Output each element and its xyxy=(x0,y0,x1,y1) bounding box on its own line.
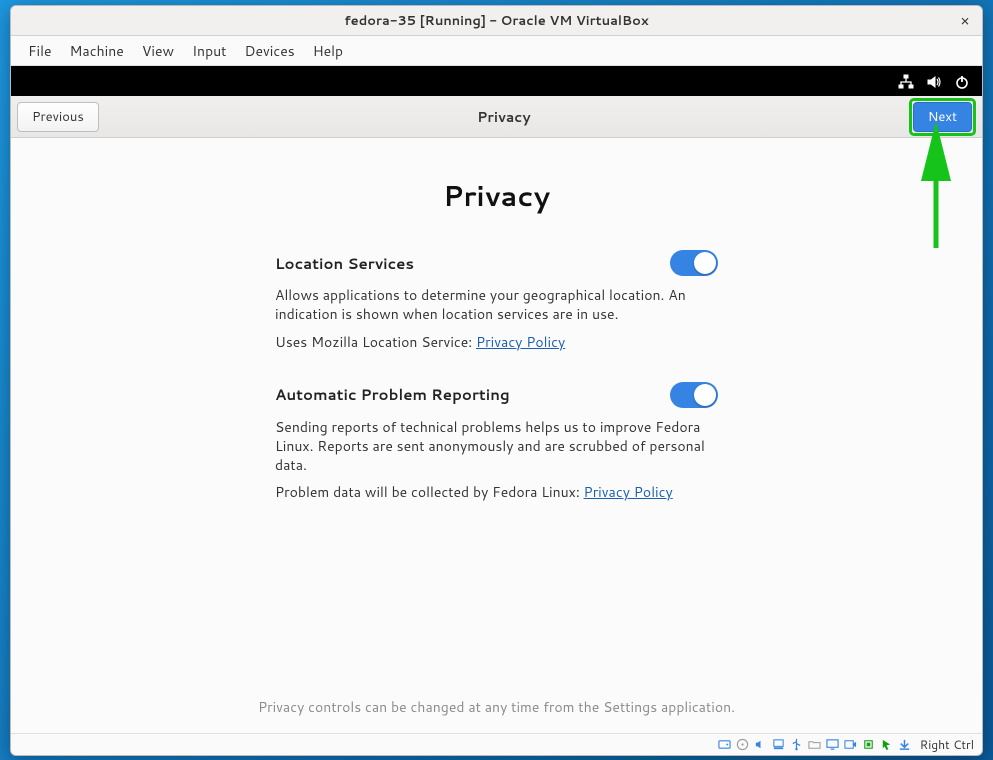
power-icon[interactable] xyxy=(954,73,970,89)
menu-help[interactable]: Help xyxy=(304,37,352,65)
location-services-label: Location Services xyxy=(275,253,414,274)
guest-screen[interactable]: Previous Privacy Next Privacy Location S… xyxy=(11,66,982,733)
menu-machine[interactable]: Machine xyxy=(61,37,133,65)
section-location-services: Location Services Allows applications to… xyxy=(275,250,718,352)
problem-reporting-label: Automatic Problem Reporting xyxy=(275,384,510,405)
menu-view[interactable]: View xyxy=(133,37,183,65)
problem-reporting-sub: Problem data will be collected by Fedora… xyxy=(275,482,718,502)
problem-reporting-toggle[interactable] xyxy=(670,382,718,408)
host-statusbar: Right Ctrl xyxy=(11,733,982,755)
menu-input[interactable]: Input xyxy=(183,37,235,65)
headerbar-title: Privacy xyxy=(477,107,531,127)
menu-file[interactable]: File xyxy=(19,37,61,65)
usb-status-icon[interactable] xyxy=(790,738,804,752)
location-services-toggle[interactable] xyxy=(670,250,718,276)
display-status-icon[interactable] xyxy=(826,738,840,752)
host-title: fedora-35 [Running] - Oracle VM VirtualB… xyxy=(344,12,648,30)
next-button[interactable]: Next xyxy=(913,102,972,132)
page-heading: Privacy xyxy=(275,176,718,216)
location-services-sub: Uses Mozilla Location Service: Privacy P… xyxy=(275,332,718,352)
optical-icon[interactable] xyxy=(736,738,750,752)
network-status-icon[interactable] xyxy=(772,738,786,752)
privacy-setup-window: Previous Privacy Next Privacy Location S… xyxy=(11,96,982,733)
section-problem-reporting: Automatic Problem Reporting Sending repo… xyxy=(275,382,718,503)
network-icon[interactable] xyxy=(898,73,914,89)
location-services-desc: Allows applications to determine your ge… xyxy=(275,286,718,324)
problem-reporting-desc: Sending reports of technical problems he… xyxy=(275,418,718,475)
recording-status-icon[interactable] xyxy=(844,738,858,752)
host-menubar: File Machine View Input Devices Help xyxy=(11,36,982,66)
previous-button[interactable]: Previous xyxy=(17,102,99,132)
gnome-top-bar xyxy=(11,66,982,96)
location-privacy-policy-link[interactable]: Privacy Policy xyxy=(476,332,565,352)
problem-privacy-policy-link[interactable]: Privacy Policy xyxy=(584,482,673,502)
privacy-content: Privacy Location Services Allows applica… xyxy=(11,138,982,733)
host-titlebar[interactable]: fedora-35 [Running] - Oracle VM VirtualB… xyxy=(11,6,982,36)
mouse-capture-icon[interactable] xyxy=(880,738,894,752)
menu-devices[interactable]: Devices xyxy=(235,37,303,65)
audio-status-icon[interactable] xyxy=(754,738,768,752)
keyboard-capture-icon[interactable] xyxy=(898,738,912,752)
privacy-headerbar: Previous Privacy Next xyxy=(11,96,982,138)
close-icon[interactable]: × xyxy=(956,11,974,29)
hdd-icon[interactable] xyxy=(718,738,732,752)
shared-folder-icon[interactable] xyxy=(808,738,822,752)
next-button-highlight: Next xyxy=(909,98,976,136)
host-key-label[interactable]: Right Ctrl xyxy=(920,736,974,753)
cpu-status-icon[interactable] xyxy=(862,738,876,752)
volume-icon[interactable] xyxy=(926,73,942,89)
footer-note: Privacy controls can be changed at any t… xyxy=(11,697,982,717)
host-window: fedora-35 [Running] - Oracle VM VirtualB… xyxy=(10,5,983,756)
